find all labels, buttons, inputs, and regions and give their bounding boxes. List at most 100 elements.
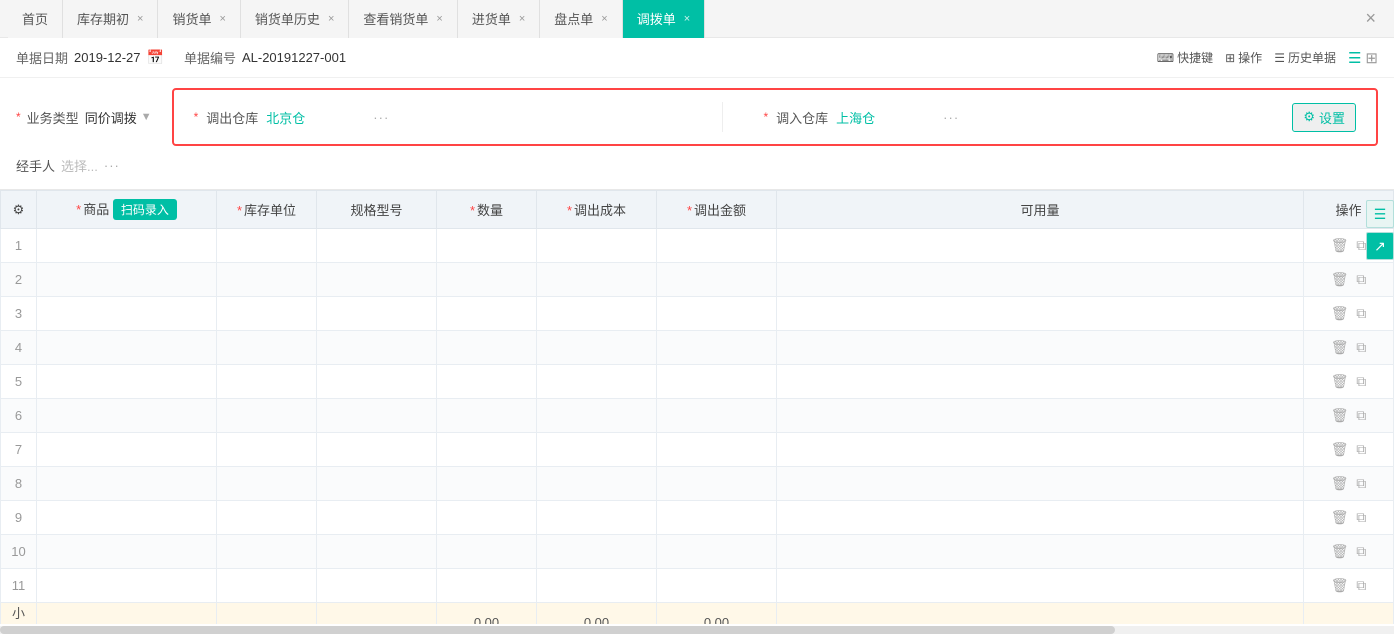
row-amount-3[interactable] [657,297,777,331]
row-unit-10[interactable] [217,535,317,569]
col-settings[interactable]: ⚙ [1,191,37,229]
row-unit-9[interactable] [217,501,317,535]
delete-icon-3[interactable]: 🗑 [1329,305,1351,321]
business-type-select[interactable]: 同价调拨 ▼ [85,108,152,127]
row-amount-9[interactable] [657,501,777,535]
row-cost-9[interactable] [537,501,657,535]
row-amount-4[interactable] [657,331,777,365]
copy-icon-4[interactable]: ⧉ [1354,339,1368,355]
row-available-8[interactable] [777,467,1304,501]
scan-button[interactable]: 扫码录入 [113,199,177,220]
shortcut-button[interactable]: ⌨ 快捷键 [1157,49,1213,66]
delete-icon-6[interactable]: 🗑 [1329,407,1351,423]
row-unit-2[interactable] [217,263,317,297]
copy-icon-5[interactable]: ⧉ [1354,373,1368,389]
row-unit-8[interactable] [217,467,317,501]
row-cost-10[interactable] [537,535,657,569]
row-spec-6[interactable] [317,399,437,433]
row-available-5[interactable] [777,365,1304,399]
row-qty-9[interactable] [437,501,537,535]
row-amount-11[interactable] [657,569,777,603]
operation-button[interactable]: ⊞ 操作 [1225,49,1262,66]
tab-view-sales[interactable]: 查看销货单 × [349,0,457,38]
tab-bar-close-button[interactable]: × [1355,8,1386,29]
row-qty-1[interactable] [437,229,537,263]
row-spec-3[interactable] [317,297,437,331]
row-amount-7[interactable] [657,433,777,467]
row-qty-6[interactable] [437,399,537,433]
row-goods-4[interactable] [37,331,217,365]
row-spec-9[interactable] [317,501,437,535]
row-qty-3[interactable] [437,297,537,331]
row-cost-6[interactable] [537,399,657,433]
row-cost-7[interactable] [537,433,657,467]
row-available-2[interactable] [777,263,1304,297]
row-cost-11[interactable] [537,569,657,603]
history-button[interactable]: ☰ 历史单据 [1274,49,1336,66]
right-tool-list-button[interactable]: ☰ [1366,200,1394,228]
row-unit-11[interactable] [217,569,317,603]
delete-icon-2[interactable]: 🗑 [1329,271,1351,287]
row-spec-4[interactable] [317,331,437,365]
row-cost-3[interactable] [537,297,657,331]
row-goods-2[interactable] [37,263,217,297]
row-qty-8[interactable] [437,467,537,501]
tab-sales-order[interactable]: 销货单 × [158,0,240,38]
row-available-7[interactable] [777,433,1304,467]
row-qty-2[interactable] [437,263,537,297]
row-available-6[interactable] [777,399,1304,433]
copy-icon-9[interactable]: ⧉ [1354,509,1368,525]
tab-view-sales-close[interactable]: × [436,13,442,25]
row-cost-8[interactable] [537,467,657,501]
layout-grid-icon[interactable]: ⊞ [1365,49,1378,67]
row-available-9[interactable] [777,501,1304,535]
row-amount-8[interactable] [657,467,777,501]
row-unit-1[interactable] [217,229,317,263]
row-available-11[interactable] [777,569,1304,603]
delete-icon-7[interactable]: 🗑 [1329,441,1351,457]
warehouse-out-more-button[interactable]: ··· [373,110,389,125]
row-available-4[interactable] [777,331,1304,365]
row-spec-2[interactable] [317,263,437,297]
row-cost-1[interactable] [537,229,657,263]
person-select[interactable]: 选择... [61,156,98,175]
row-amount-1[interactable] [657,229,777,263]
delete-icon-8[interactable]: 🗑 [1329,475,1351,491]
row-spec-11[interactable] [317,569,437,603]
copy-icon-2[interactable]: ⧉ [1354,271,1368,287]
tab-sales-history[interactable]: 销货单历史 × [241,0,349,38]
row-unit-7[interactable] [217,433,317,467]
row-goods-10[interactable] [37,535,217,569]
row-unit-6[interactable] [217,399,317,433]
tab-sales-history-close[interactable]: × [328,13,334,25]
row-goods-9[interactable] [37,501,217,535]
row-goods-6[interactable] [37,399,217,433]
person-more-button[interactable]: ··· [104,158,120,173]
row-goods-7[interactable] [37,433,217,467]
row-qty-11[interactable] [437,569,537,603]
row-goods-8[interactable] [37,467,217,501]
row-amount-6[interactable] [657,399,777,433]
row-qty-4[interactable] [437,331,537,365]
row-goods-3[interactable] [37,297,217,331]
row-amount-2[interactable] [657,263,777,297]
row-amount-10[interactable] [657,535,777,569]
copy-icon-11[interactable]: ⧉ [1354,577,1368,593]
copy-icon-6[interactable]: ⧉ [1354,407,1368,423]
row-spec-8[interactable] [317,467,437,501]
row-unit-5[interactable] [217,365,317,399]
delete-icon-9[interactable]: 🗑 [1329,509,1351,525]
row-amount-5[interactable] [657,365,777,399]
tab-inventory-check-close[interactable]: × [601,13,607,25]
row-qty-7[interactable] [437,433,537,467]
copy-icon-3[interactable]: ⧉ [1354,305,1368,321]
row-unit-3[interactable] [217,297,317,331]
settings-button[interactable]: ⚙ 设置 [1292,103,1356,132]
tab-inventory-check[interactable]: 盘点单 × [540,0,622,38]
row-available-1[interactable] [777,229,1304,263]
copy-icon-10[interactable]: ⧉ [1354,543,1368,559]
tab-purchase-order-close[interactable]: × [519,13,525,25]
tab-home[interactable]: 首页 [8,0,63,38]
copy-icon-8[interactable]: ⧉ [1354,475,1368,491]
delete-icon-1[interactable]: 🗑 [1329,237,1351,253]
